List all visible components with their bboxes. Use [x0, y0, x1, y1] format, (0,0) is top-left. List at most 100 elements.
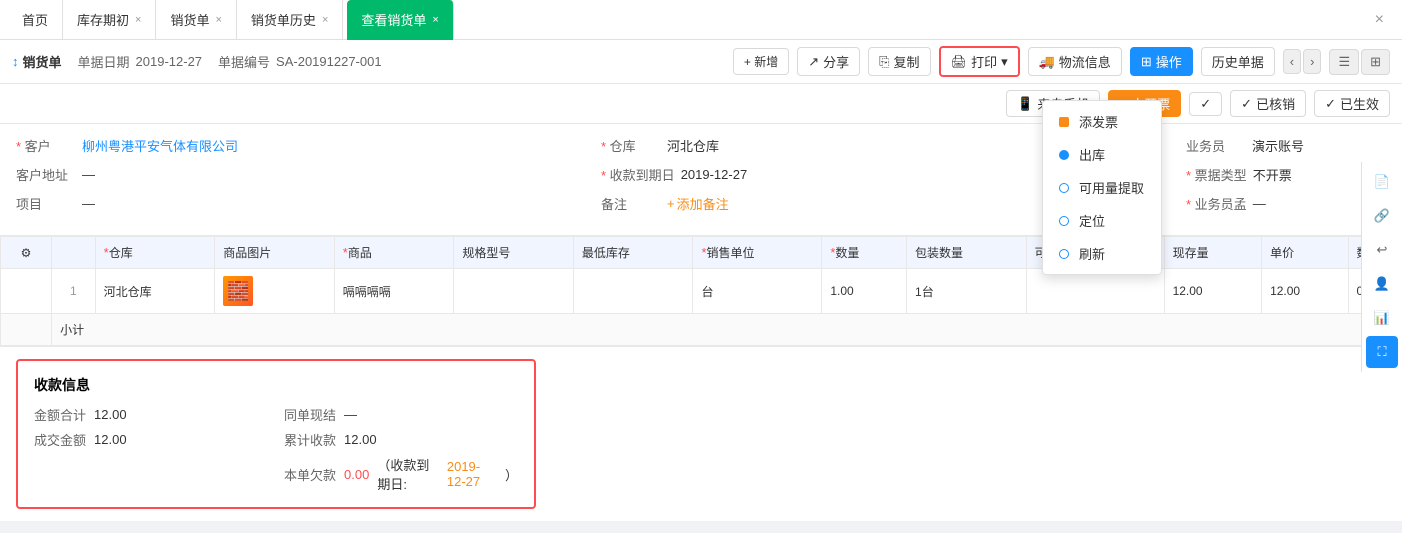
locate-item[interactable]: 定位	[1043, 204, 1161, 237]
share-button[interactable]: ↗ 分享	[797, 47, 860, 76]
due-date: 2019-12-27	[447, 459, 497, 489]
sidebar-link-icon[interactable]: 🔗	[1366, 200, 1398, 232]
table-row: 1 河北仓库 🧱 嗝嗝嗝嗝 台 1.00 1台 12.00 12.00 0.	[1, 269, 1402, 314]
project-label: 项目	[16, 194, 76, 213]
tab-close-inventory[interactable]: ×	[135, 14, 141, 26]
same-order-label: 同单现结	[284, 405, 336, 424]
total-value: 12.00	[94, 407, 127, 422]
staff2-field: 业务员孟 —	[1186, 194, 1386, 213]
operations-button[interactable]: ⊞ 操作	[1130, 47, 1193, 76]
row-product-image: 🧱	[215, 269, 335, 314]
project-value: —	[82, 196, 95, 211]
logistics-icon: 🚚	[1039, 54, 1055, 70]
tab-view-sales[interactable]: 查看销货单 ×	[347, 0, 453, 40]
copy-button[interactable]: ⎘ 复制	[868, 47, 930, 76]
share-icon: ↗	[808, 54, 819, 70]
sidebar-user-icon[interactable]: 👤	[1366, 268, 1398, 300]
grid-view-icon[interactable]: ⊞	[1361, 49, 1390, 75]
right-sidebar: 📄 🔗 ↩ 👤 📊 ⛶	[1361, 162, 1402, 372]
total-row: 金额合计 12.00	[34, 405, 268, 424]
copy-icon: ⎘	[879, 54, 889, 70]
tab-sales-order[interactable]: 销货单 ×	[156, 0, 236, 40]
payment-date-label: 收款到期日	[601, 165, 675, 184]
cancel-check-icon: ✓	[1241, 96, 1252, 112]
tab-bar-right: ×	[1365, 11, 1394, 29]
operations-icon: ⊞	[1141, 54, 1152, 70]
logistics-button[interactable]: 🚚 物流信息	[1028, 47, 1122, 76]
due-note: （收款到期日:	[377, 455, 439, 493]
tab-home[interactable]: 首页	[8, 0, 63, 40]
payment-section: 收款信息 金额合计 12.00 同单现结 — 成交金额 12.00 累计收款 1…	[16, 359, 536, 509]
row-unit-price: 12.00	[1262, 269, 1348, 314]
subtotal-label: 小计	[52, 314, 1402, 346]
due-label: 本单欠款	[284, 465, 336, 484]
already-cancelled-button[interactable]: ✓ 已核销	[1230, 90, 1306, 117]
address-value: —	[82, 167, 95, 182]
col-quantity: *数量	[822, 237, 907, 269]
list-view-icon[interactable]: ☰	[1329, 49, 1359, 75]
refresh-item[interactable]: 刷新	[1043, 237, 1161, 270]
nav-arrows: ‹ ›	[1283, 49, 1322, 74]
row-pack-qty: 1台	[907, 269, 1027, 314]
project-field: 项目 —	[16, 194, 601, 213]
col-rownum	[52, 237, 96, 269]
history-button[interactable]: 历史单据	[1201, 47, 1275, 76]
row-available	[1026, 269, 1164, 314]
address-field: 客户地址 —	[16, 165, 601, 184]
product-thumbnail: 🧱	[223, 276, 253, 306]
effective-check-icon: ✓	[1325, 96, 1336, 112]
col-settings[interactable]: ⚙	[1, 237, 52, 269]
main-content: ↕ 销货单 单据日期 2019-12-27 单据编号 SA-20191227-0…	[0, 40, 1402, 521]
sidebar-return-icon[interactable]: ↩	[1366, 234, 1398, 266]
cumulative-value: 12.00	[344, 432, 377, 447]
new-button[interactable]: + 新增	[733, 48, 789, 75]
prev-arrow[interactable]: ‹	[1283, 49, 1301, 74]
tab-close-history[interactable]: ×	[322, 14, 328, 26]
subtotal-settings	[1, 314, 52, 346]
print-button[interactable]: 🖨 打印 ▾	[939, 46, 1020, 77]
sidebar-doc-icon[interactable]: 📄	[1366, 166, 1398, 198]
sidebar-chart-icon[interactable]: 📊	[1366, 302, 1398, 334]
tab-close-sales[interactable]: ×	[215, 14, 221, 26]
col-current-stock: 现存量	[1164, 237, 1262, 269]
doc-icon: ↕ 销货单	[12, 52, 62, 71]
plus-icon: +	[667, 196, 675, 211]
number-value: SA-20191227-001	[276, 54, 382, 69]
available-pickup-item[interactable]: 可用量提取	[1043, 171, 1161, 204]
row-current-stock: 12.00	[1164, 269, 1262, 314]
total-label: 金额合计	[34, 405, 86, 424]
sidebar-expand-icon[interactable]: ⛶	[1366, 336, 1398, 368]
view-icons: ☰ ⊞	[1329, 49, 1390, 75]
address-label: 客户地址	[16, 165, 76, 184]
transaction-row: 成交金额 12.00	[34, 430, 268, 449]
subtotal-row: 小计	[1, 314, 1402, 346]
doc-actions2: 📱 来自手机 ● 未开票 ✓ ✓ 已核销 ✓ 已生效	[0, 84, 1402, 124]
row-spec	[454, 269, 574, 314]
col-warehouse: *仓库	[95, 237, 215, 269]
out-warehouse-item[interactable]: 出库	[1043, 138, 1161, 171]
row-min-stock	[573, 269, 693, 314]
tab-close-view[interactable]: ×	[432, 14, 438, 26]
next-arrow[interactable]: ›	[1303, 49, 1321, 74]
tab-inventory-init[interactable]: 库存期初 ×	[63, 0, 156, 40]
row-num: 1	[52, 269, 96, 314]
row-warehouse: 河北仓库	[95, 269, 215, 314]
due-note-end: ）	[505, 465, 518, 484]
tab-bar: 首页 库存期初 × 销货单 × 销货单历史 × 查看销货单 × ×	[0, 0, 1402, 40]
form-section: 客户 柳州粤港平安气体有限公司 仓库 河北仓库 业务员 演示账号 客户地址 — …	[0, 124, 1402, 236]
add-invoice-icon	[1057, 115, 1071, 129]
transaction-label: 成交金额	[34, 430, 86, 449]
add-remark-button[interactable]: + 添加备注	[667, 194, 729, 213]
staff2-value: —	[1253, 196, 1266, 211]
confirm-button[interactable]: ✓	[1189, 92, 1222, 116]
payment-wrapper: 收款信息 金额合计 12.00 同单现结 — 成交金额 12.00 累计收款 1…	[0, 347, 1402, 521]
window-close-button[interactable]: ×	[1365, 11, 1394, 28]
cumulative-label: 累计收款	[284, 430, 336, 449]
already-effective-button[interactable]: ✓ 已生效	[1314, 90, 1390, 117]
customer-value[interactable]: 柳州粤港平安气体有限公司	[82, 136, 238, 155]
customer-label: 客户	[16, 136, 76, 155]
tab-sales-history[interactable]: 销货单历史 ×	[237, 0, 343, 40]
col-pack-qty: 包装数量	[907, 237, 1027, 269]
add-invoice-item[interactable]: 添发票	[1043, 105, 1161, 138]
customer-field: 客户 柳州粤港平安气体有限公司	[16, 136, 601, 155]
